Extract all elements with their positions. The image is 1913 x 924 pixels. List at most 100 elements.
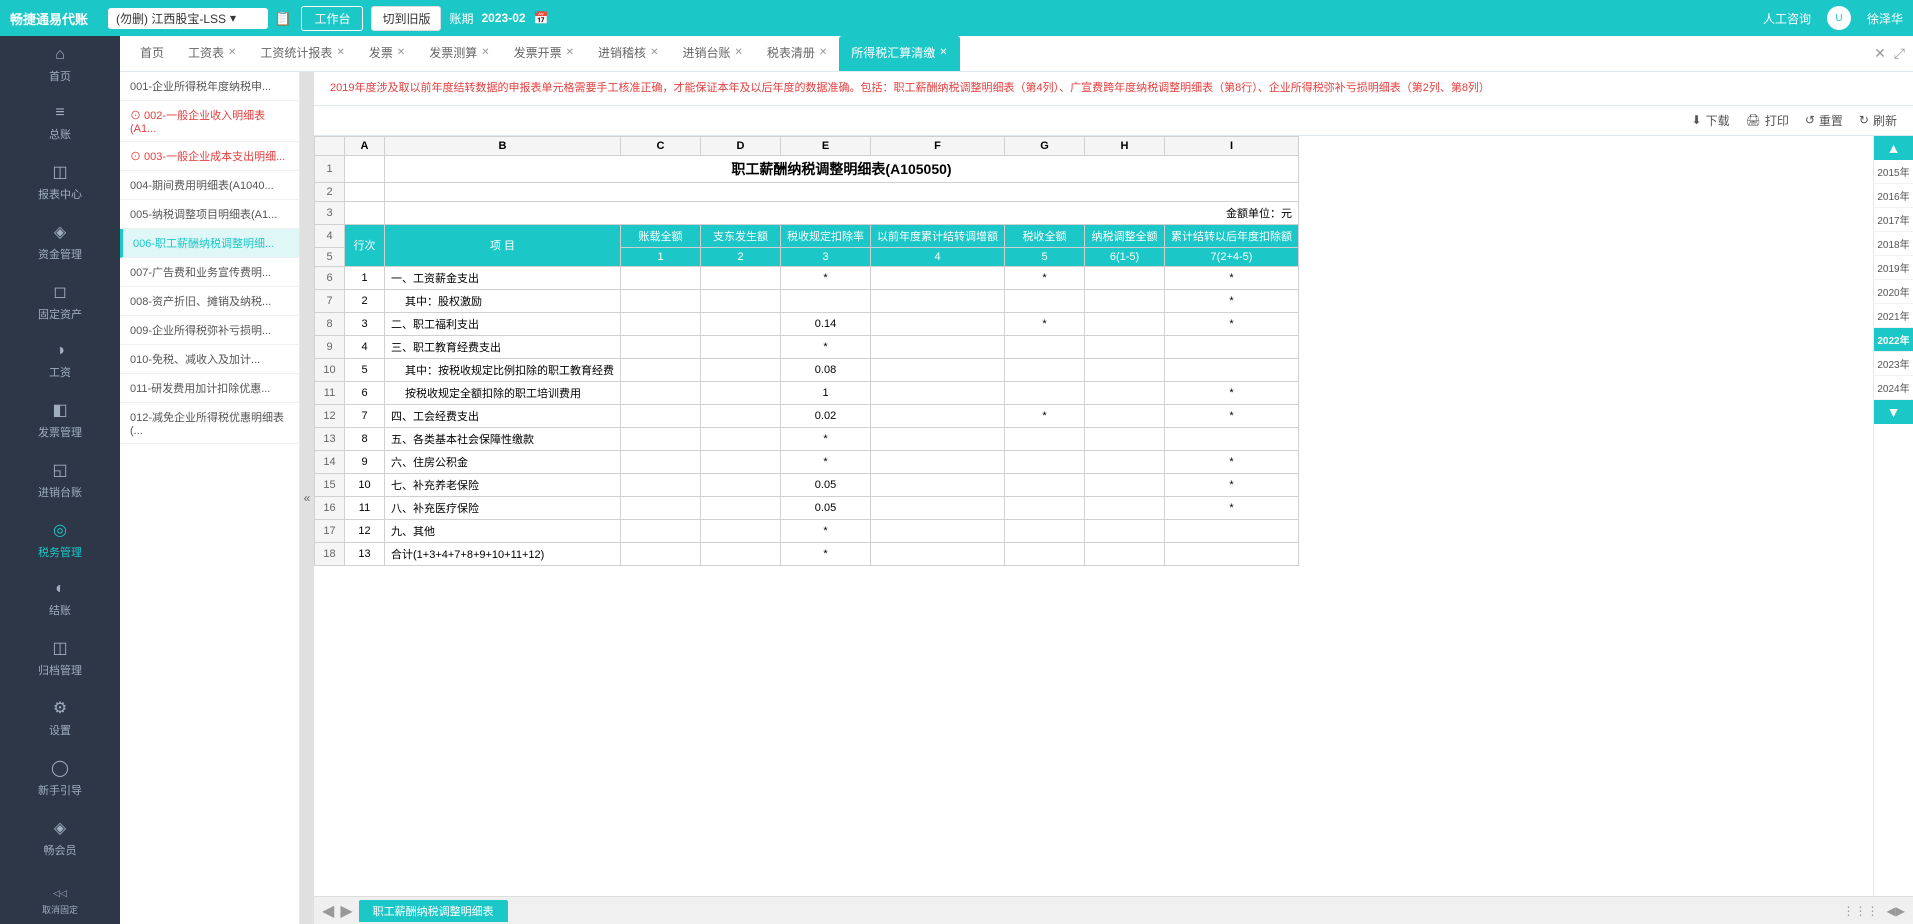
cell-f[interactable] [871,496,1005,519]
cell-h[interactable] [1085,404,1165,427]
cell-i[interactable]: * [1165,289,1299,312]
cell-g[interactable] [1005,519,1085,542]
tab-invoice-open-close[interactable]: ✕ [566,47,574,58]
cell-f[interactable] [871,519,1005,542]
cell-c[interactable] [621,519,701,542]
cell-c[interactable] [621,381,701,404]
cell-seq[interactable]: 3 [345,312,385,335]
cell-f[interactable] [871,473,1005,496]
cell-g[interactable] [1005,496,1085,519]
cell-c[interactable] [621,358,701,381]
left-panel-item-001[interactable]: 001-企业所得税年度纳税申... [120,72,299,101]
cell-h[interactable] [1085,496,1165,519]
cell-f[interactable] [871,542,1005,565]
cell-label[interactable]: 六、住房公积金 [385,450,621,473]
cell-i[interactable] [1165,358,1299,381]
cell-g[interactable] [1005,381,1085,404]
cell-d[interactable] [701,450,781,473]
left-panel-item-005[interactable]: 005-纳税调整项目明细表(A1... [120,200,299,229]
year-nav-up[interactable]: ▲ [1874,136,1913,160]
year-item-2024[interactable]: 2024年 [1874,376,1913,400]
cell-c[interactable] [621,335,701,358]
cell-i[interactable]: * [1165,496,1299,519]
left-panel-item-003[interactable]: ⊙ 003-一般企业成本支出明细... [120,142,299,171]
cell-e[interactable]: 0.05 [781,496,871,519]
cell-e[interactable]: 1 [781,381,871,404]
tab-income-tax[interactable]: 所得税汇算清缴 ✕ [839,36,959,72]
cell-label[interactable]: 合计(1+3+4+7+8+9+10+11+12) [385,542,621,565]
cell-seq[interactable]: 11 [345,496,385,519]
cell-c[interactable] [621,312,701,335]
year-item-2015[interactable]: 2015年 [1874,160,1913,184]
sidebar-item-member[interactable]: ◈ 畅会员 [0,808,120,868]
refresh-button[interactable]: ↻ 刷新 [1859,112,1897,129]
cell-seq[interactable]: 4 [345,335,385,358]
cell-c[interactable] [621,496,701,519]
cell-seq[interactable]: 7 [345,404,385,427]
cell-i[interactable]: * [1165,381,1299,404]
cell-g[interactable] [1005,542,1085,565]
cell-d[interactable] [701,496,781,519]
cell-e[interactable]: * [781,542,871,565]
cell-c[interactable] [621,542,701,565]
cell-d[interactable] [701,335,781,358]
cell-d[interactable] [701,404,781,427]
switch-version-button[interactable]: 切到旧版 [371,6,441,31]
cell-e[interactable]: * [781,427,871,450]
cell-label[interactable]: 七、补充养老保险 [385,473,621,496]
tab-invoice-open[interactable]: 发票开票 ✕ [502,36,586,72]
cell-c[interactable] [621,266,701,289]
cell-d[interactable] [701,312,781,335]
cell-g[interactable] [1005,335,1085,358]
sheet-nav-left[interactable]: ◀ [322,901,334,921]
left-panel-item-006[interactable]: 006-职工薪酬纳税调整明细... [120,229,299,258]
cell-h[interactable] [1085,450,1165,473]
workbench-button[interactable]: 工作台 [301,6,363,31]
cell-label[interactable]: 其中：按税收规定比例扣除的职工教育经费 [385,358,621,381]
cell-e[interactable]: * [781,519,871,542]
cell-label[interactable]: 按税收规定全额扣除的职工培训费用 [385,381,621,404]
year-item-2022[interactable]: 2022年 [1874,328,1913,352]
sidebar-item-home[interactable]: ⌂ 首页 [0,36,120,94]
cell-h[interactable] [1085,266,1165,289]
tab-invoice-calc-close[interactable]: ✕ [481,47,489,58]
cell-e[interactable]: 0.02 [781,404,871,427]
cell-g[interactable]: * [1005,266,1085,289]
tab-tax-book[interactable]: 税表清册 ✕ [755,36,839,72]
left-panel-item-011[interactable]: 011-研发费用加计扣除优惠... [120,374,299,403]
tab-home[interactable]: 首页 [128,36,176,72]
cell-label[interactable]: 九、其他 [385,519,621,542]
cell-c[interactable] [621,404,701,427]
cell-e[interactable]: 0.08 [781,358,871,381]
sidebar-item-invoice[interactable]: ◧ 发票管理 [0,390,120,450]
cell-c[interactable] [621,450,701,473]
cell-d[interactable] [701,427,781,450]
cell-seq[interactable]: 5 [345,358,385,381]
cell-d[interactable] [701,289,781,312]
cell-d[interactable] [701,473,781,496]
collapse-button[interactable]: « [300,72,314,924]
cell-label[interactable]: 五、各类基本社会保障性缴款 [385,427,621,450]
cell-label[interactable]: 三、职工教育经费支出 [385,335,621,358]
cell-d[interactable] [701,358,781,381]
cell-g[interactable] [1005,473,1085,496]
cell-e[interactable]: 0.14 [781,312,871,335]
cell-seq[interactable]: 9 [345,450,385,473]
left-panel-item-010[interactable]: 010-免税、减收入及加计... [120,345,299,374]
cell-seq[interactable]: 8 [345,427,385,450]
cell-i[interactable]: * [1165,473,1299,496]
cell-e[interactable]: * [781,450,871,473]
cell-f[interactable] [871,381,1005,404]
sheet-menu-icon[interactable]: ⋮⋮⋮ [1843,904,1879,918]
tab-payroll-close[interactable]: ✕ [228,47,236,58]
tab-invoice[interactable]: 发票 ✕ [357,36,417,72]
download-button[interactable]: ⬇ 下载 [1692,112,1730,129]
cell-g[interactable] [1005,427,1085,450]
cell-g[interactable]: * [1005,404,1085,427]
year-item-2021[interactable]: 2021年 [1874,304,1913,328]
cell-c[interactable] [621,473,701,496]
cell-h[interactable] [1085,335,1165,358]
sidebar-item-payroll[interactable]: ◑ 工资 [0,332,120,390]
cell-label[interactable]: 八、补充医疗保险 [385,496,621,519]
cell-i[interactable] [1165,335,1299,358]
